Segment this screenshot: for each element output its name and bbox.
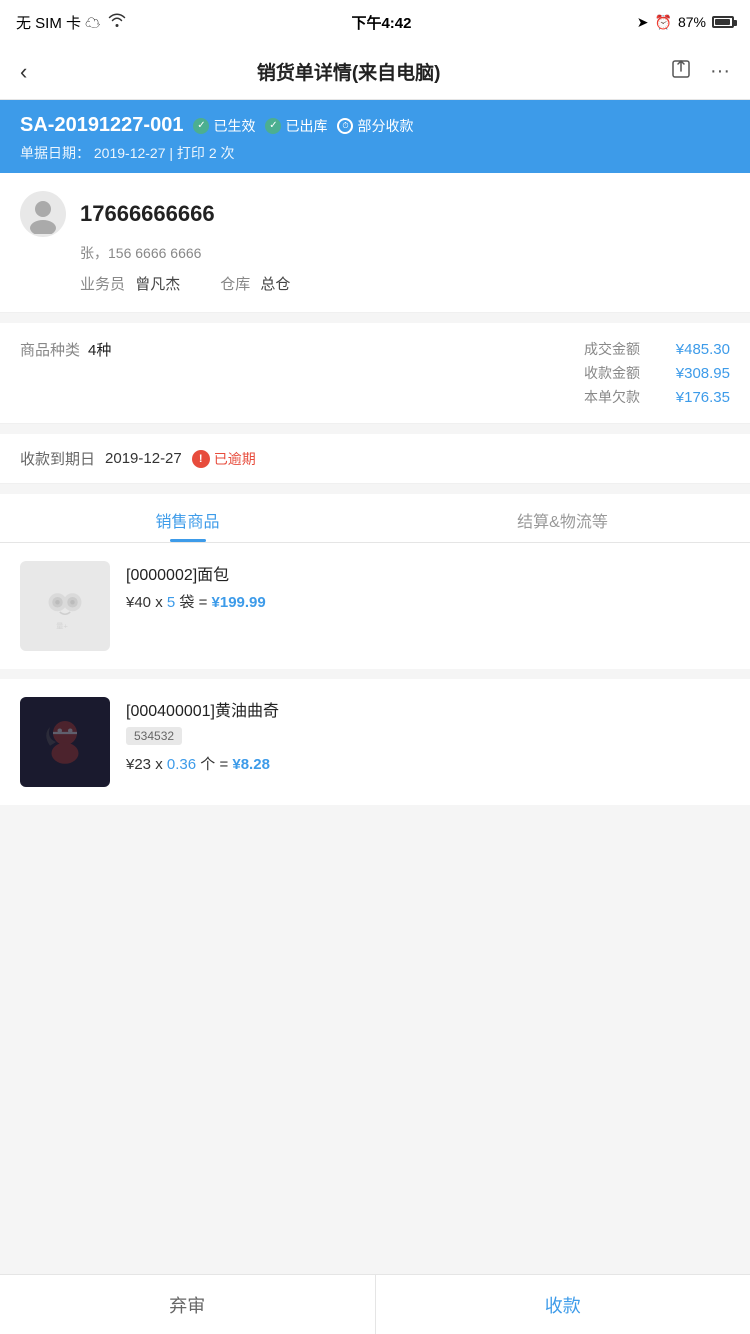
date-label: 单据日期：: [20, 145, 90, 161]
customer-section: 17666666666 张，156 6666 6666 业务员 曾凡杰 仓库 总…: [0, 173, 750, 313]
product-price-2: ¥23 x 0.36 个 = ¥8.28: [126, 753, 730, 774]
order-id: SA-20191227-001: [20, 114, 183, 137]
overdue-icon: !: [192, 450, 210, 468]
product-qty-2: 0.36: [167, 756, 196, 773]
customer-name: 17666666666: [80, 201, 215, 227]
battery-icon: [712, 16, 734, 28]
sales-person: 业务员 曾凡杰: [80, 273, 180, 294]
location-icon: ➤: [637, 14, 649, 31]
battery-percent: 87%: [678, 14, 706, 30]
stats-section: 商品种类 4种 成交金额 ¥485.30 收款金额 ¥308.95 本单欠款 ¥…: [0, 323, 750, 424]
deal-amount-row: 成交金额 ¥485.30: [584, 339, 730, 359]
reject-review-button[interactable]: 弃审: [0, 1275, 376, 1334]
due-date-label: 收款到期日: [20, 448, 95, 469]
clock-icon: ⏱: [337, 118, 353, 134]
order-date-row: 单据日期： 2019-12-27 | 打印 2 次: [20, 143, 730, 163]
bottom-bar: 弃审 收款: [0, 1274, 750, 1334]
due-date-value: 2019-12-27: [105, 450, 182, 467]
check-icon-2: ✓: [265, 118, 281, 134]
goods-type: 商品种类 4种: [20, 339, 111, 360]
alarm-icon: ⏰: [655, 14, 672, 31]
product-item-1: 量+ [0000002]面包 ¥40 x 5 袋 = ¥199.99: [0, 543, 750, 669]
owed-amount: ¥176.35: [650, 389, 730, 406]
product-item-2: [000400001]黄油曲奇 534532 ¥23 x 0.36 个 = ¥8…: [0, 679, 750, 805]
back-button[interactable]: ‹: [20, 59, 27, 85]
product-price-1: ¥40 x 5 袋 = ¥199.99: [126, 591, 730, 612]
status-right: ➤ ⏰ 87%: [637, 14, 734, 31]
header-banner: SA-20191227-001 ✓ 已生效 ✓ 已出库 ⏱ 部分收款 单据日期：…: [0, 100, 750, 173]
more-icon[interactable]: ···: [710, 60, 730, 83]
status-bar: 无 SIM 卡 ☁ 下午4:42 ➤ ⏰ 87%: [0, 0, 750, 44]
deal-amount: ¥485.30: [650, 341, 730, 358]
overdue-badge: ! 已逾期: [192, 449, 256, 469]
product-thumb-2: [20, 697, 110, 787]
product-total-2: ¥8.28: [232, 756, 270, 773]
product-qty-1: 5: [167, 594, 175, 611]
date-value: 2019-12-27: [94, 145, 166, 161]
product-sku-1: [0000002]面包: [126, 561, 730, 585]
nav-bar: ‹ 销货单详情(来自电脑) ···: [0, 44, 750, 100]
status-time: 下午4:42: [351, 12, 411, 33]
collect-payment-button[interactable]: 收款: [376, 1275, 750, 1334]
product-info-2: [000400001]黄油曲奇 534532 ¥23 x 0.36 个 = ¥8…: [126, 697, 730, 774]
product-list: 量+ [0000002]面包 ¥40 x 5 袋 = ¥199.99: [0, 543, 750, 895]
due-date-section: 收款到期日 2019-12-27 ! 已逾期: [0, 434, 750, 484]
tab-products[interactable]: 销售商品: [0, 494, 375, 542]
tab-settlement[interactable]: 结算&物流等: [375, 494, 750, 542]
received-amount: ¥308.95: [650, 365, 730, 382]
amount-stats: 成交金额 ¥485.30 收款金额 ¥308.95 本单欠款 ¥176.35: [584, 339, 730, 407]
badge-shipped: ✓ 已出库: [265, 116, 327, 136]
product-total-1: ¥199.99: [212, 594, 266, 611]
print-info: | 打印 2 次: [169, 145, 234, 161]
page-title: 销货单详情(来自电脑): [257, 58, 441, 85]
status-left: 无 SIM 卡 ☁: [16, 12, 126, 33]
product-thumb-1: 量+: [20, 561, 110, 651]
svg-text:量+: 量+: [56, 622, 68, 631]
product-info-1: [0000002]面包 ¥40 x 5 袋 = ¥199.99: [126, 561, 730, 612]
product-sku-2: [000400001]黄油曲奇: [126, 697, 730, 721]
badge-partial-payment: ⏱ 部分收款: [337, 116, 413, 136]
check-icon-1: ✓: [193, 118, 209, 134]
owed-row: 本单欠款 ¥176.35: [584, 387, 730, 407]
share-icon[interactable]: [670, 58, 692, 85]
sim-label: 无 SIM 卡 ☁: [16, 12, 100, 33]
customer-sub-info: 张，156 6666 6666: [80, 243, 730, 263]
received-row: 收款金额 ¥308.95: [584, 363, 730, 383]
badge-activated: ✓ 已生效: [193, 116, 255, 136]
product-tag-2: 534532: [126, 727, 182, 745]
customer-avatar: [20, 191, 66, 237]
nav-actions: ···: [670, 58, 730, 85]
warehouse-info: 仓库 总仓: [220, 273, 290, 294]
customer-meta: 业务员 曾凡杰 仓库 总仓: [80, 273, 730, 294]
tabs-section: 销售商品 结算&物流等: [0, 494, 750, 543]
wifi-icon: [108, 13, 126, 31]
